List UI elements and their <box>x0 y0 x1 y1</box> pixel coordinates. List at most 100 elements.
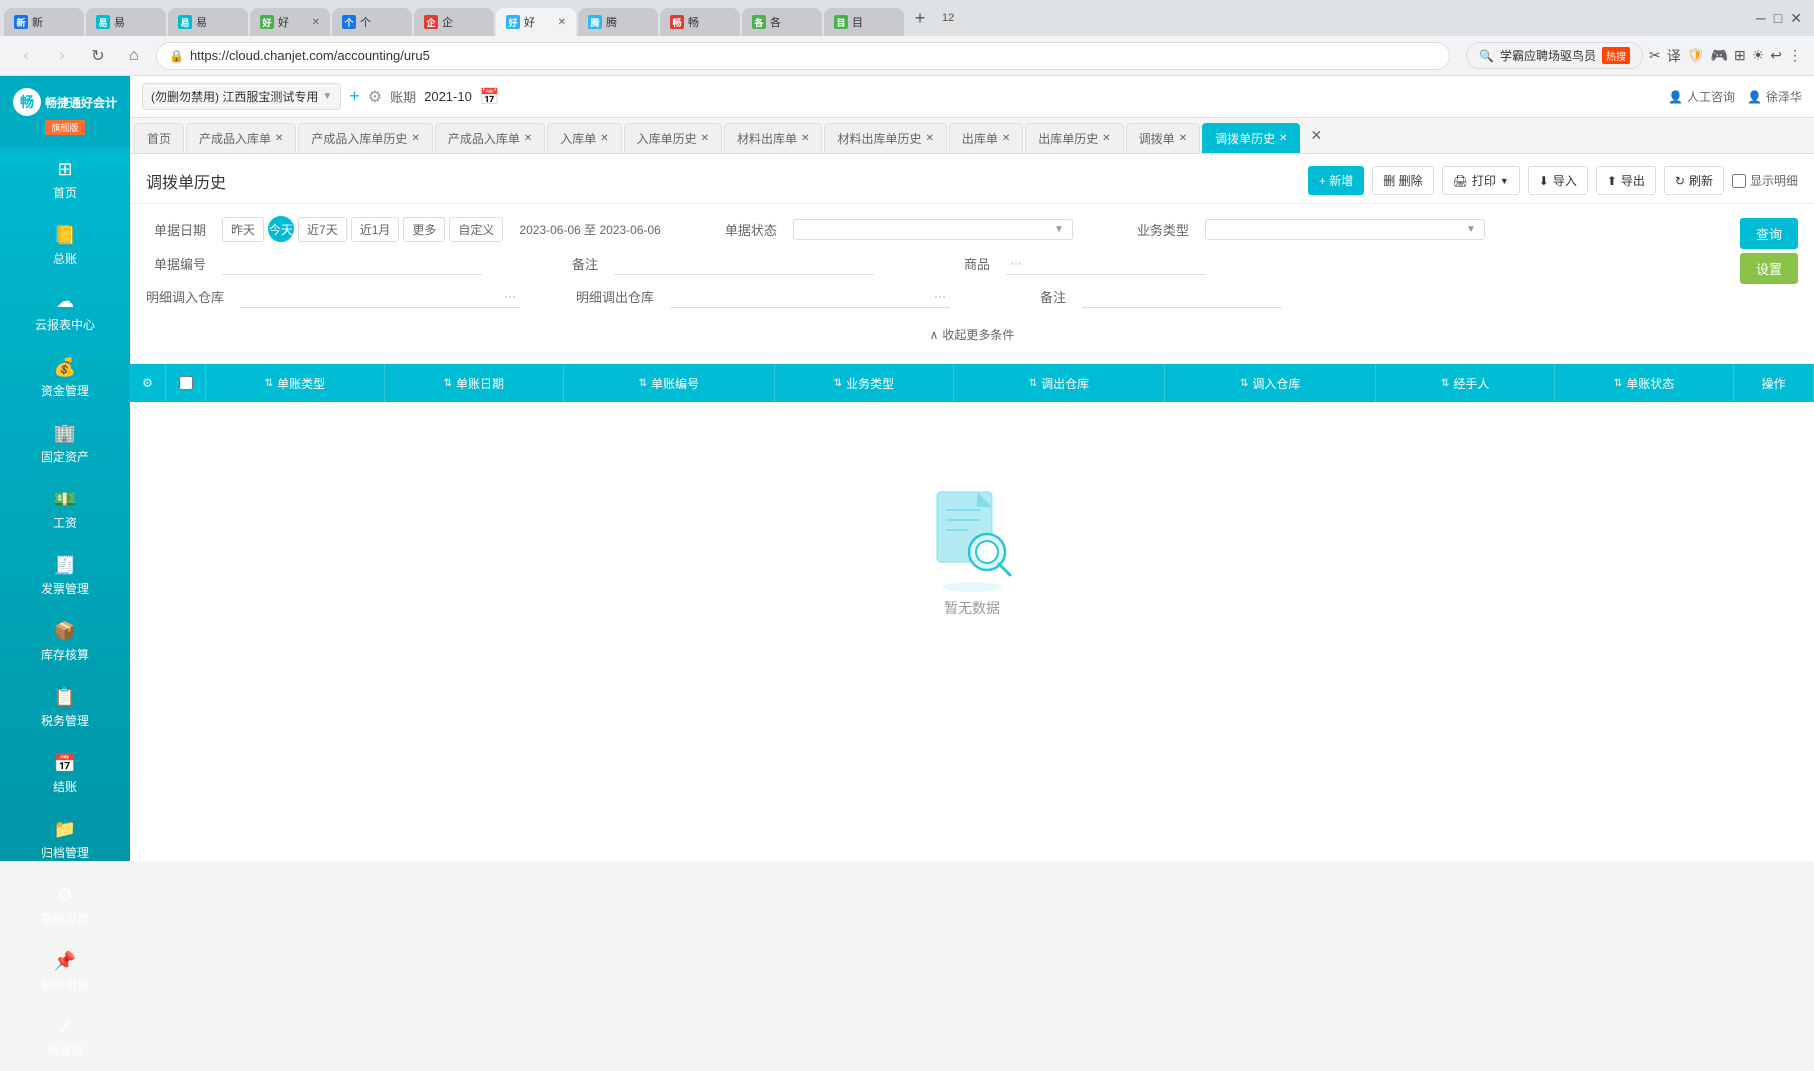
consultant-button[interactable]: 👤 人工咨询 <box>1668 88 1735 105</box>
sidebar-item-close[interactable]: 📅 结账 <box>0 741 130 807</box>
new-button[interactable]: + 新增 <box>1308 166 1364 195</box>
maximize-button[interactable]: □ <box>1774 10 1782 26</box>
th-out-wh[interactable]: ⇅ 调出仓库 <box>954 364 1165 402</box>
page-tab-in-order[interactable]: 入库单 ✕ <box>547 123 621 153</box>
sidebar-item-basic-settings[interactable]: ⚙ 基础设置 <box>0 873 130 939</box>
sidebar-item-payroll[interactable]: 💵 工资 <box>0 477 130 543</box>
export-button[interactable]: ⬆ 导出 <box>1596 166 1656 195</box>
remark-input[interactable] <box>614 252 874 275</box>
detail-out-select[interactable]: ··· <box>670 285 950 308</box>
sidebar-item-invoice[interactable]: 🧾 发票管理 <box>0 543 130 609</box>
page-tab-home[interactable]: 首页 <box>134 123 184 153</box>
browser-tab-10[interactable]: 各 各 <box>742 8 822 36</box>
reload-button[interactable]: ↻ <box>84 42 112 70</box>
page-tab-mat-out-history[interactable]: 材料出库单历史 ✕ <box>824 123 946 153</box>
th-handler[interactable]: ⇅ 经手人 <box>1376 364 1555 402</box>
page-tab-close-out-history[interactable]: ✕ <box>1102 133 1110 144</box>
close-window-button[interactable]: ✕ <box>1790 10 1802 27</box>
note-input[interactable] <box>1082 285 1282 308</box>
refresh-button[interactable]: ↻ 刷新 <box>1664 166 1724 195</box>
custom-date-btn[interactable]: 自定义 <box>449 217 503 242</box>
page-tab-close-mat-out[interactable]: ✕ <box>801 133 809 144</box>
page-tab-out-order[interactable]: 出库单 ✕ <box>949 123 1023 153</box>
page-tab-product-in-history[interactable]: 产成品入库单历史 ✕ <box>298 123 432 153</box>
search-box[interactable]: 🔍 学霸应聘场驱鸟员 热搜 <box>1466 42 1643 69</box>
minimize-button[interactable]: ─ <box>1756 10 1766 26</box>
sidebar-item-cloud-report[interactable]: ☁ 云报表中心 <box>0 279 130 345</box>
page-tab-close-transfer-history[interactable]: ✕ <box>1279 133 1287 144</box>
tab-close-7[interactable]: ✕ <box>558 17 566 28</box>
detail-in-select[interactable]: ··· <box>240 285 520 308</box>
new-tab-button[interactable]: + <box>906 4 934 32</box>
sidebar-item-guide[interactable]: 📌 新手引导 <box>0 939 130 1005</box>
page-tab-transfer[interactable]: 调拨单 ✕ <box>1126 123 1200 153</box>
last7-btn[interactable]: 近7天 <box>298 217 347 242</box>
th-check[interactable] <box>166 364 206 402</box>
sidebar-item-ledger[interactable]: 📒 总账 <box>0 213 130 279</box>
page-tab-close-product-in-history[interactable]: ✕ <box>411 133 419 144</box>
page-tab-close-product-in-2[interactable]: ✕ <box>524 133 532 144</box>
browser-tab-8[interactable]: 腾 腾 <box>578 8 658 36</box>
browser-tab-4[interactable]: 好 好 ✕ <box>250 8 330 36</box>
display-toggle-checkbox[interactable] <box>1732 174 1746 188</box>
query-button[interactable]: 查询 <box>1740 218 1798 249</box>
page-tab-product-in[interactable]: 产成品入库单 ✕ <box>186 123 296 153</box>
print-button[interactable]: 🖨 打印 ▼ <box>1442 166 1520 195</box>
page-tab-close-out-order[interactable]: ✕ <box>1002 133 1010 144</box>
calendar-icon[interactable]: 📅 <box>480 87 500 107</box>
company-selector[interactable]: (勿删勿禁用) 江西服宝测试专用 ▼ <box>142 83 341 110</box>
forward-button[interactable]: › <box>48 42 76 70</box>
close-all-tabs-button[interactable]: ✕ <box>1310 127 1322 144</box>
add-company-button[interactable]: + <box>349 86 360 107</box>
settings-cog-icon[interactable]: ⚙ <box>368 87 382 107</box>
import-button[interactable]: ⬇ 导入 <box>1528 166 1588 195</box>
sidebar-item-home[interactable]: ⊞ 首页 <box>0 147 130 213</box>
last-month-btn[interactable]: 近1月 <box>351 217 400 242</box>
page-tab-close-in-history[interactable]: ✕ <box>701 133 709 144</box>
today-btn[interactable]: 今天 <box>268 216 294 242</box>
page-tab-close-in-order[interactable]: ✕ <box>600 133 608 144</box>
browser-tab-3[interactable]: 易 易 <box>168 8 248 36</box>
sidebar-item-member[interactable]: ✓ 畅会员 <box>0 1005 130 1071</box>
th-in-wh[interactable]: ⇅ 调入仓库 <box>1165 364 1376 402</box>
sidebar-item-fund[interactable]: 💰 资金管理 <box>0 345 130 411</box>
sidebar-item-fixed-asset[interactable]: 🏢 固定资产 <box>0 411 130 477</box>
th-type[interactable]: ⇅ 单账类型 <box>206 364 385 402</box>
back-button[interactable]: ‹ <box>12 42 40 70</box>
number-input[interactable] <box>222 252 482 275</box>
yesterday-btn[interactable]: 昨天 <box>222 217 264 242</box>
page-tab-out-history[interactable]: 出库单历史 ✕ <box>1025 123 1123 153</box>
page-tab-mat-out[interactable]: 材料出库单 ✕ <box>724 123 822 153</box>
page-tab-close-product-in[interactable]: ✕ <box>275 133 283 144</box>
status-select[interactable]: ▼ <box>793 219 1073 240</box>
browser-tab-2[interactable]: 易 易 <box>86 8 166 36</box>
browser-tab-11[interactable]: 目 目 <box>824 8 904 36</box>
th-status[interactable]: ⇅ 单账状态 <box>1555 364 1734 402</box>
page-tab-in-history[interactable]: 入库单历史 ✕ <box>624 123 722 153</box>
filter-settings-button[interactable]: 设置 <box>1740 253 1798 284</box>
sidebar-item-tax[interactable]: 📋 税务管理 <box>0 675 130 741</box>
browser-tab-1[interactable]: 新 新 <box>4 8 84 36</box>
collapse-button[interactable]: ∧ 收起更多条件 <box>930 326 1015 343</box>
sidebar-item-stock[interactable]: 📦 库存核算 <box>0 609 130 675</box>
select-all-checkbox[interactable] <box>179 376 193 390</box>
th-settings[interactable]: ⚙ <box>130 364 166 402</box>
address-bar[interactable]: 🔒 https://cloud.chanjet.com/accounting/u… <box>156 42 1450 70</box>
browser-tab-7[interactable]: 好 好 ✕ <box>496 8 576 36</box>
th-biztype[interactable]: ⇅ 业务类型 <box>775 364 954 402</box>
browser-tab-5[interactable]: 个 个 <box>332 8 412 36</box>
page-tab-close-mat-out-history[interactable]: ✕ <box>925 133 933 144</box>
user-menu[interactable]: 👤 徐泽华 <box>1747 88 1802 105</box>
page-tab-close-transfer[interactable]: ✕ <box>1179 133 1187 144</box>
tab-close-4[interactable]: ✕ <box>312 17 320 28</box>
home-button[interactable]: ⌂ <box>120 42 148 70</box>
browser-tab-9[interactable]: 畅 畅 <box>660 8 740 36</box>
more-date-btn[interactable]: 更多 <box>403 217 445 242</box>
th-date[interactable]: ⇅ 单账日期 <box>385 364 564 402</box>
sidebar-item-archive[interactable]: 📁 归档管理 <box>0 807 130 873</box>
biztype-select[interactable]: ▼ <box>1205 219 1485 240</box>
delete-button[interactable]: 删 删除 <box>1372 166 1433 195</box>
page-tab-transfer-history[interactable]: 调拨单历史 ✕ <box>1202 123 1300 153</box>
page-tab-product-in-2[interactable]: 产成品入库单 ✕ <box>435 123 545 153</box>
goods-select[interactable]: ··· <box>1006 252 1206 275</box>
